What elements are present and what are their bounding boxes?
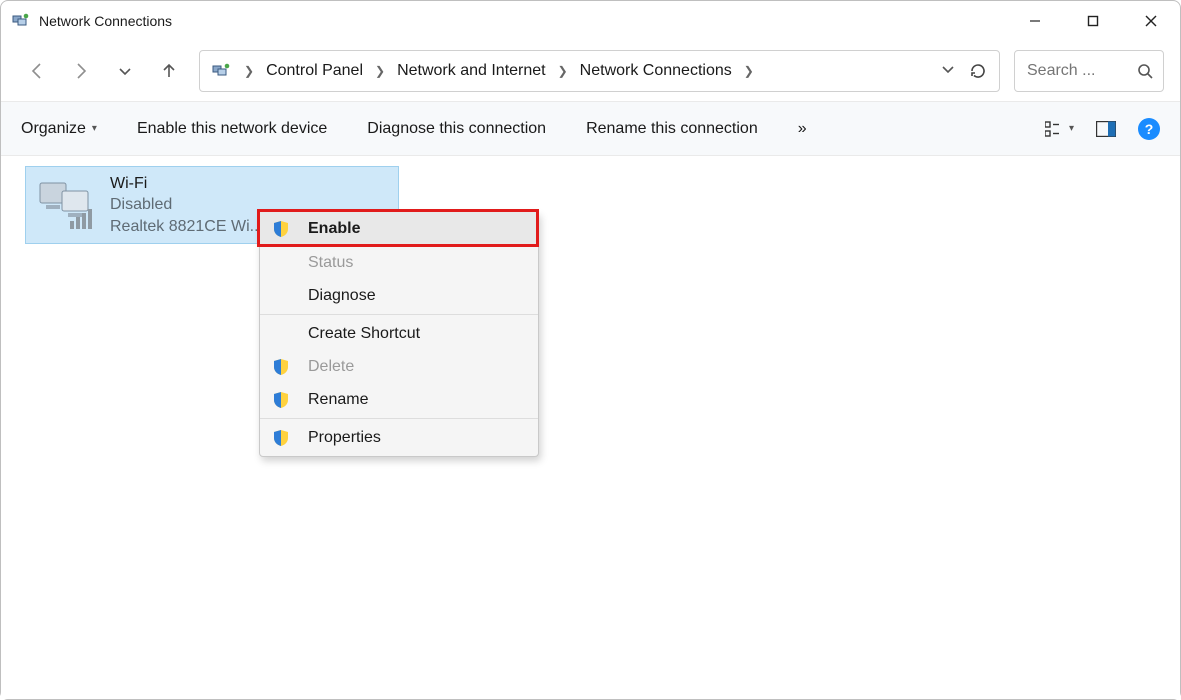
window-controls (1006, 1, 1180, 41)
breadcrumb-network-connections[interactable]: Network Connections (574, 51, 738, 91)
ctx-enable[interactable]: Enable (260, 212, 538, 246)
chevron-right-icon[interactable]: ❯ (556, 64, 570, 78)
search-input[interactable] (1025, 61, 1115, 81)
rename-button[interactable]: Rename this connection (586, 120, 758, 138)
shield-icon (272, 220, 290, 238)
annotation-highlight (257, 209, 539, 247)
ctx-delete-label: Delete (308, 358, 354, 376)
preview-pane-button[interactable] (1096, 121, 1116, 137)
address-bar[interactable]: ❯ Control Panel ❯ Network and Internet ❯… (199, 50, 1000, 92)
connection-device: Realtek 8821CE Wi... (110, 216, 263, 238)
connection-status: Disabled (110, 194, 263, 216)
organize-label: Organize (21, 120, 86, 138)
address-dropdown-button[interactable] (941, 62, 955, 80)
breadcrumb-network-internet[interactable]: Network and Internet (391, 51, 552, 91)
location-icon (206, 51, 238, 91)
ctx-properties-label: Properties (308, 429, 381, 447)
ctx-diagnose-label: Diagnose (308, 287, 376, 305)
window-title: Network Connections (39, 13, 172, 29)
content-area[interactable]: Wi-Fi Disabled Realtek 8821CE Wi... Enab… (1, 156, 1180, 699)
chevron-right-icon[interactable]: ❯ (373, 64, 387, 78)
connection-item-text: Wi-Fi Disabled Realtek 8821CE Wi... (110, 173, 263, 238)
ctx-enable-label: Enable (308, 220, 360, 238)
ctx-properties[interactable]: Properties (260, 421, 538, 454)
search-box[interactable] (1014, 50, 1164, 92)
ctx-create-shortcut-label: Create Shortcut (308, 325, 420, 343)
help-button[interactable]: ? (1138, 118, 1160, 140)
view-options-button[interactable]: ▾ (1045, 121, 1074, 137)
shield-icon (272, 358, 290, 376)
adapter-icon (36, 177, 100, 233)
ctx-create-shortcut[interactable]: Create Shortcut (260, 317, 538, 350)
ctx-rename-label: Rename (308, 391, 368, 409)
ctx-diagnose[interactable]: Diagnose (260, 279, 538, 312)
close-button[interactable] (1122, 1, 1180, 41)
maximize-button[interactable] (1064, 1, 1122, 41)
shield-icon (272, 391, 290, 409)
context-menu: Enable Status Diagnose Create Shortcut D… (259, 211, 539, 457)
titlebar: Network Connections (1, 1, 1180, 41)
search-icon[interactable] (1137, 63, 1153, 79)
chevron-right-icon[interactable]: ❯ (742, 64, 756, 78)
organize-menu[interactable]: Organize ▾ (21, 120, 97, 138)
ctx-status: Status (260, 246, 538, 279)
up-button[interactable] (149, 51, 189, 91)
navbar: ❯ Control Panel ❯ Network and Internet ❯… (1, 41, 1180, 101)
ctx-rename[interactable]: Rename (260, 383, 538, 416)
separator (260, 314, 538, 315)
ctx-status-label: Status (308, 254, 353, 272)
recent-locations-button[interactable] (105, 51, 145, 91)
refresh-button[interactable] (969, 62, 987, 80)
enable-device-button[interactable]: Enable this network device (137, 120, 327, 138)
minimize-button[interactable] (1006, 1, 1064, 41)
diagnose-button[interactable]: Diagnose this connection (367, 120, 546, 138)
chevron-down-icon: ▾ (1069, 123, 1074, 134)
window: Network Connections (0, 0, 1181, 700)
command-bar: Organize ▾ Enable this network device Di… (1, 101, 1180, 156)
back-button[interactable] (17, 51, 57, 91)
forward-button[interactable] (61, 51, 101, 91)
chevron-down-icon: ▾ (92, 123, 97, 134)
separator (260, 418, 538, 419)
app-icon (11, 11, 31, 31)
chevron-right-icon[interactable]: ❯ (242, 64, 256, 78)
connection-name: Wi-Fi (110, 173, 263, 195)
ctx-delete: Delete (260, 350, 538, 383)
breadcrumb-control-panel[interactable]: Control Panel (260, 51, 369, 91)
overflow-button[interactable]: » (798, 120, 807, 138)
shield-icon (272, 429, 290, 447)
